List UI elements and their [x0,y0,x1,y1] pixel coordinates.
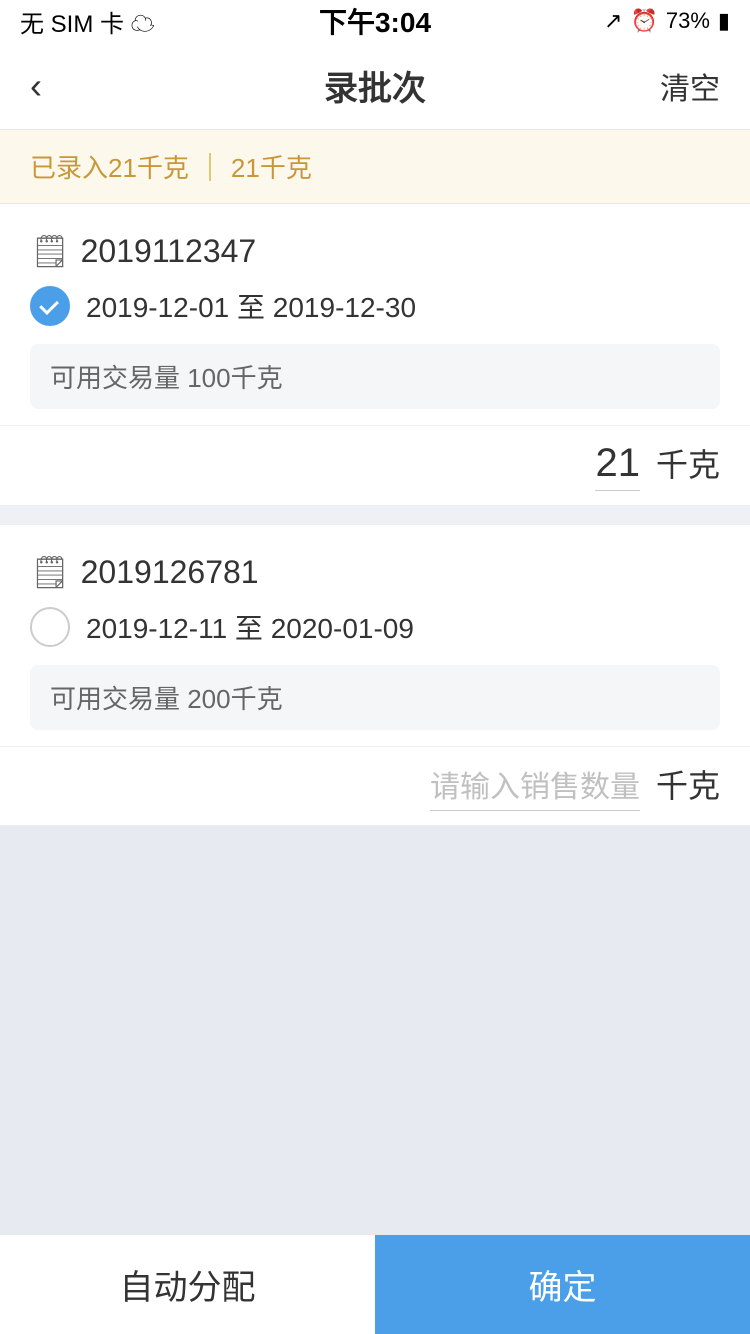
clear-button[interactable]: 清空 [660,64,720,108]
batch-icon-1: 🗒 [30,232,71,270]
info-bar: 已录入21千克 21千克 [0,130,750,204]
card-2-input[interactable]: 请输入销售数量 [430,762,640,811]
card-1-header: 🗒 2019112347 [0,204,750,280]
status-right: ↗ ⏰ 73% ▮ [604,8,730,34]
card-1-amount-row: 21 千克 [0,425,750,505]
nav-bar: ‹ 录批次 清空 [0,42,750,130]
card-2-date: 2019-12-11 至 2020-01-09 [86,607,414,647]
card-2-unit: 千克 [656,761,720,807]
battery-label: 73% [666,8,710,34]
batch-icon-2: 🗒 [30,553,71,591]
recorded-info: 已录入21千克 [30,148,189,185]
card-1-unit: 千克 [656,440,720,486]
radio-2[interactable] [30,607,70,647]
card-2-input-row: 请输入销售数量 千克 [0,746,750,825]
status-left: 无 SIM 卡 ☁ [20,4,155,39]
batch-card-2: 🗒 2019126781 2019-12-11 至 2020-01-09 可用交… [0,525,750,825]
batch-card-1: 🗒 2019112347 2019-12-01 至 2019-12-30 可用交… [0,204,750,505]
page-title: 录批次 [324,61,426,110]
status-bar: 无 SIM 卡 ☁ 下午3:04 ↗ ⏰ 73% ▮ [0,0,750,42]
status-time: 下午3:04 [319,1,431,41]
battery-icon: ▮ [718,8,730,34]
back-button[interactable]: ‹ [30,65,42,107]
card-2-availability: 可用交易量 200千克 [30,665,720,730]
total-info: 21千克 [231,148,312,185]
radio-1[interactable] [30,286,70,326]
card-1-date: 2019-12-01 至 2019-12-30 [86,286,416,326]
bottom-bar: 自动分配 确定 [0,1234,750,1334]
card-1-date-row[interactable]: 2019-12-01 至 2019-12-30 [0,280,750,336]
card-2-date-row[interactable]: 2019-12-11 至 2020-01-09 [0,601,750,657]
batch-id-1: 2019112347 [81,233,257,270]
sim-label: 无 SIM 卡 ☁ [20,4,155,39]
card-2-header: 🗒 2019126781 [0,525,750,601]
empty-area [0,825,750,1234]
card-1-amount[interactable]: 21 [595,441,640,491]
batch-id-2: 2019126781 [81,554,259,591]
info-divider [209,153,211,181]
auto-distribute-button[interactable]: 自动分配 [0,1235,375,1334]
confirm-button[interactable]: 确定 [375,1235,750,1334]
location-icon: ↗ [604,8,622,34]
card-1-availability: 可用交易量 100千克 [30,344,720,409]
alarm-icon: ⏰ [630,8,657,34]
card-separator [0,505,750,525]
